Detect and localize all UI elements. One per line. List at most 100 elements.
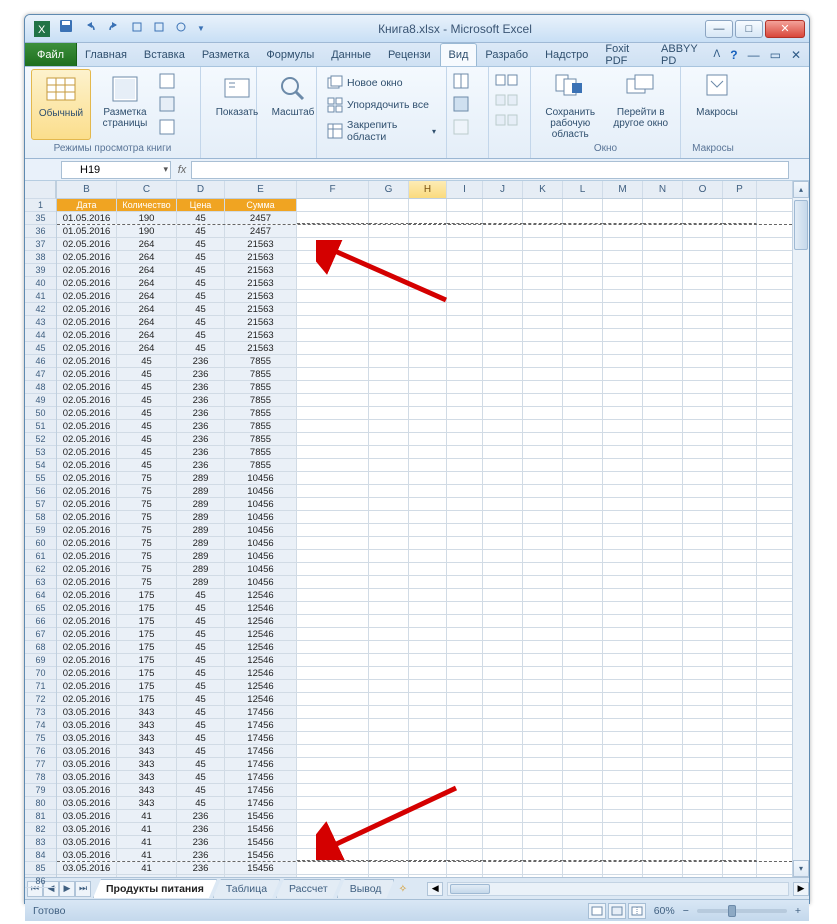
empty-cell[interactable]	[447, 680, 483, 692]
empty-cell[interactable]	[643, 680, 683, 692]
empty-cell[interactable]	[683, 238, 723, 250]
zoom-button[interactable]: Масштаб	[263, 69, 323, 120]
empty-cell[interactable]	[563, 576, 603, 588]
row-header[interactable]: 58	[25, 511, 56, 524]
empty-cell[interactable]	[603, 693, 643, 705]
empty-cell[interactable]	[643, 472, 683, 484]
empty-cell[interactable]	[447, 706, 483, 718]
empty-cell[interactable]	[723, 225, 757, 237]
empty-cell[interactable]	[563, 433, 603, 445]
empty-cell[interactable]	[683, 628, 723, 640]
empty-cell[interactable]	[483, 589, 523, 601]
data-cell[interactable]: 45	[177, 797, 225, 809]
empty-cell[interactable]	[369, 355, 409, 367]
name-box[interactable]: H19▾	[61, 161, 171, 179]
page-layout-view-button[interactable]: Разметка страницы	[95, 69, 155, 140]
row-header[interactable]: 51	[25, 420, 56, 433]
empty-cell[interactable]	[369, 329, 409, 341]
ribbon-tab-формулы[interactable]: Формулы	[258, 43, 323, 66]
data-cell[interactable]: 02.05.2016	[57, 498, 117, 510]
empty-cell[interactable]	[369, 199, 409, 211]
empty-cell[interactable]	[297, 342, 369, 354]
data-cell[interactable]: 236	[177, 836, 225, 848]
empty-cell[interactable]	[483, 693, 523, 705]
empty-cell[interactable]	[643, 602, 683, 614]
empty-cell[interactable]	[683, 667, 723, 679]
empty-cell[interactable]	[523, 732, 563, 744]
empty-cell[interactable]	[723, 446, 757, 458]
empty-cell[interactable]	[563, 212, 603, 224]
empty-cell[interactable]	[643, 264, 683, 276]
close-button[interactable]: ✕	[765, 20, 805, 38]
empty-cell[interactable]	[523, 745, 563, 757]
empty-cell[interactable]	[523, 550, 563, 562]
empty-cell[interactable]	[603, 615, 643, 627]
sheet-tab[interactable]: Продукты питания	[93, 879, 217, 898]
data-cell[interactable]: 236	[177, 823, 225, 835]
empty-cell[interactable]	[369, 602, 409, 614]
empty-cell[interactable]	[643, 667, 683, 679]
empty-cell[interactable]	[409, 537, 447, 549]
empty-cell[interactable]	[683, 446, 723, 458]
row-header[interactable]: 74	[25, 719, 56, 732]
data-cell[interactable]: 10456	[225, 485, 297, 497]
empty-cell[interactable]	[683, 459, 723, 471]
empty-cell[interactable]	[483, 719, 523, 731]
empty-cell[interactable]	[603, 472, 643, 484]
empty-cell[interactable]	[563, 407, 603, 419]
empty-cell[interactable]	[603, 212, 643, 224]
empty-cell[interactable]	[297, 420, 369, 432]
row-header[interactable]: 47	[25, 368, 56, 381]
empty-cell[interactable]	[683, 680, 723, 692]
empty-cell[interactable]	[523, 667, 563, 679]
data-cell[interactable]: 45	[117, 368, 177, 380]
data-cell[interactable]: 02.05.2016	[57, 680, 117, 692]
scroll-down-icon[interactable]: ▾	[793, 860, 809, 877]
empty-cell[interactable]	[409, 641, 447, 653]
empty-cell[interactable]	[409, 589, 447, 601]
empty-cell[interactable]	[369, 303, 409, 315]
empty-cell[interactable]	[447, 264, 483, 276]
empty-cell[interactable]	[447, 498, 483, 510]
data-cell[interactable]: 21563	[225, 277, 297, 289]
scroll-thumb[interactable]	[794, 200, 808, 250]
empty-cell[interactable]	[409, 771, 447, 783]
row-header[interactable]: 86	[25, 875, 56, 888]
empty-cell[interactable]	[369, 875, 409, 877]
data-cell[interactable]: 264	[117, 277, 177, 289]
empty-cell[interactable]	[643, 459, 683, 471]
empty-cell[interactable]	[643, 511, 683, 523]
empty-cell[interactable]	[683, 537, 723, 549]
column-header[interactable]: F	[297, 181, 369, 198]
ribbon-tab-данные[interactable]: Данные	[323, 43, 380, 66]
row-header[interactable]: 76	[25, 745, 56, 758]
empty-cell[interactable]	[603, 680, 643, 692]
empty-cell[interactable]	[447, 758, 483, 770]
empty-cell[interactable]	[523, 628, 563, 640]
empty-cell[interactable]	[683, 368, 723, 380]
empty-cell[interactable]	[523, 316, 563, 328]
empty-cell[interactable]	[643, 693, 683, 705]
row-header[interactable]: 59	[25, 524, 56, 537]
data-cell[interactable]: 17456	[225, 719, 297, 731]
empty-cell[interactable]	[683, 706, 723, 718]
data-cell[interactable]: 21563	[225, 303, 297, 315]
empty-cell[interactable]	[523, 862, 563, 874]
formula-input[interactable]	[191, 161, 789, 179]
empty-cell[interactable]	[683, 693, 723, 705]
data-cell[interactable]: 02.05.2016	[57, 693, 117, 705]
empty-cell[interactable]	[603, 719, 643, 731]
ribbon-tab-вид[interactable]: Вид	[440, 43, 478, 66]
empty-cell[interactable]	[563, 862, 603, 874]
empty-cell[interactable]	[523, 394, 563, 406]
empty-cell[interactable]	[447, 459, 483, 471]
empty-cell[interactable]	[409, 355, 447, 367]
empty-cell[interactable]	[483, 615, 523, 627]
column-header[interactable]: N	[643, 181, 683, 198]
data-cell[interactable]: 02.05.2016	[57, 641, 117, 653]
table-header-cell[interactable]: Количество	[117, 199, 177, 211]
empty-cell[interactable]	[523, 199, 563, 211]
empty-cell[interactable]	[447, 381, 483, 393]
empty-cell[interactable]	[643, 303, 683, 315]
data-cell[interactable]: 236	[177, 862, 225, 874]
